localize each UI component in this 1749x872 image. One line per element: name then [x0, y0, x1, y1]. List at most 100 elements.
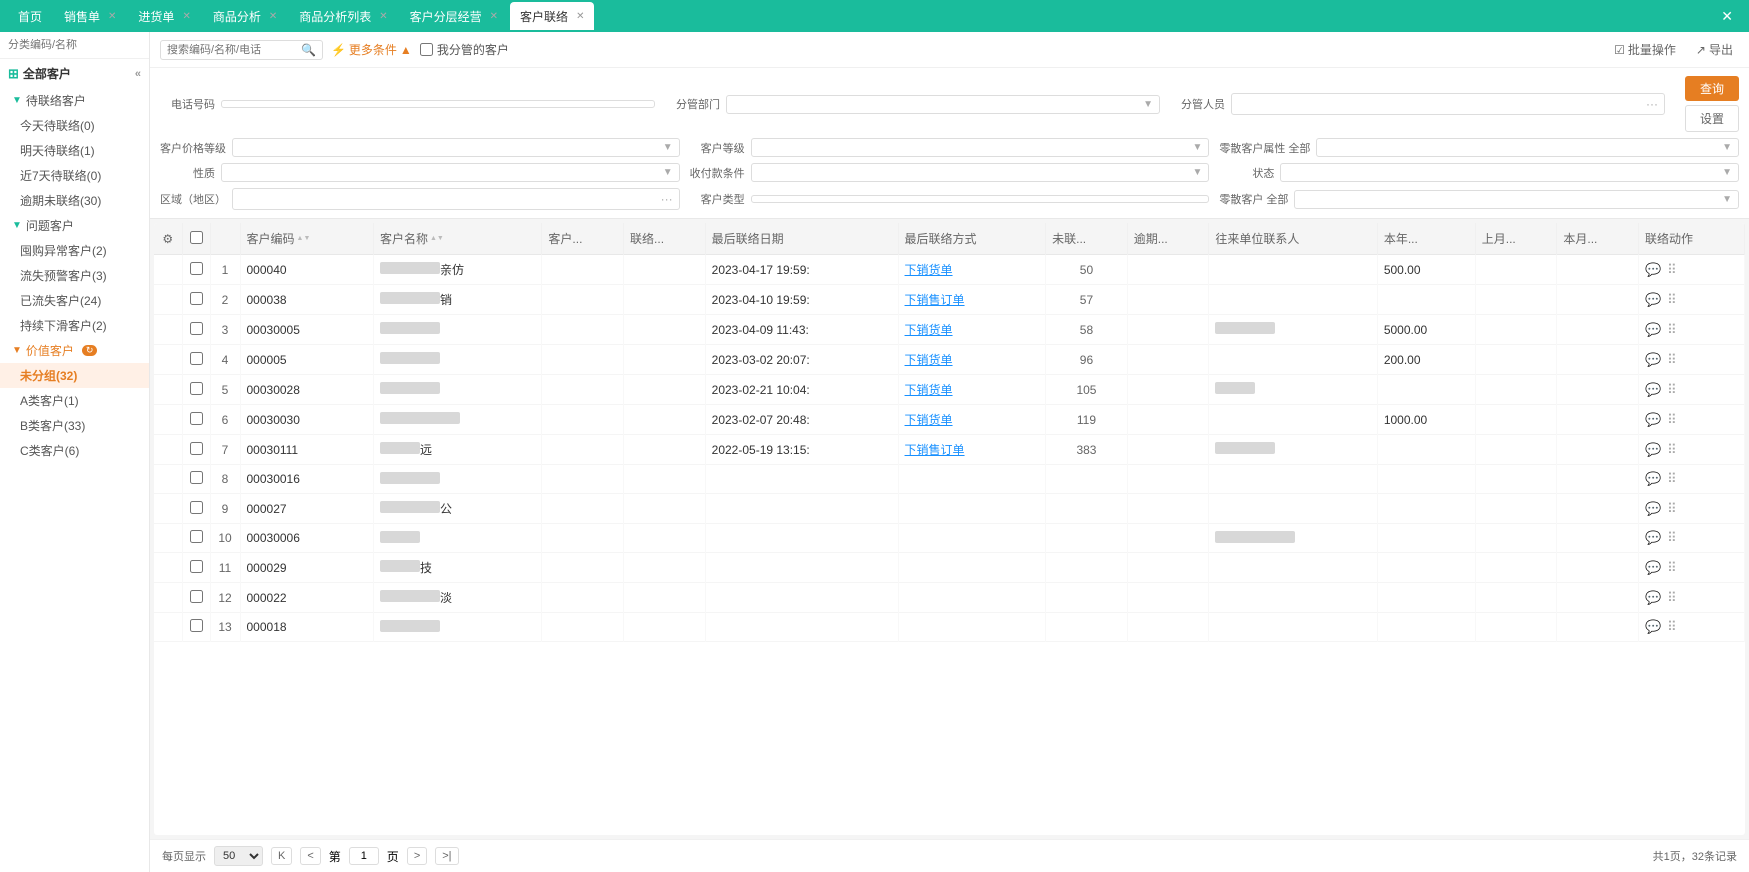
row-checkbox-10[interactable]	[182, 553, 210, 583]
th-last-date[interactable]: 最后联络日期	[705, 223, 898, 255]
close-tab-customer-contact[interactable]: ✕	[576, 11, 584, 22]
filter-search-icon[interactable]: 🔍	[301, 43, 316, 57]
row-message-icon-12[interactable]: 💬	[1645, 619, 1661, 635]
sidebar-item-class-b[interactable]: B类客户(33)	[0, 413, 149, 438]
row-select-6[interactable]	[190, 442, 203, 455]
settings-icon[interactable]: ⚙	[162, 232, 173, 246]
row-message-icon-7[interactable]: 💬	[1645, 471, 1661, 487]
next-page-btn[interactable]: >	[407, 847, 427, 865]
th-no-contact[interactable]: 未联...	[1046, 223, 1128, 255]
sidebar-item-churn-warning[interactable]: 流失预警客户(3)	[0, 263, 149, 288]
row-menu-icon-7[interactable]: ⠿	[1667, 471, 1677, 487]
all-customers-header[interactable]: ⊞ 全部客户 «	[0, 59, 149, 88]
row-menu-icon-6[interactable]: ⠿	[1667, 442, 1677, 458]
row-menu-icon-3[interactable]: ⠿	[1667, 352, 1677, 368]
row-menu-icon-4[interactable]: ⠿	[1667, 382, 1677, 398]
th-last-method[interactable]: 最后联络方式	[898, 223, 1046, 255]
th-this-year[interactable]: 本年...	[1377, 223, 1475, 255]
row-checkbox-6[interactable]	[182, 435, 210, 465]
sidebar-collapse-btn[interactable]: «	[135, 68, 141, 80]
row-checkbox-3[interactable]	[182, 345, 210, 375]
row-select-11[interactable]	[190, 590, 203, 603]
my-customers-checkbox-area[interactable]: 我分管的客户	[420, 41, 509, 58]
export-btn[interactable]: ↗ 导出	[1690, 38, 1739, 61]
row-menu-icon-8[interactable]: ⠿	[1667, 501, 1677, 517]
row-menu-icon-10[interactable]: ⠿	[1667, 560, 1677, 576]
th-name[interactable]: 客户名称▲▼	[373, 223, 541, 255]
row-message-icon-11[interactable]: 💬	[1645, 590, 1661, 606]
tab-analysis-list[interactable]: 商品分析列表 ✕	[289, 2, 397, 30]
sidebar-item-tomorrow[interactable]: 明天待联络(1)	[0, 138, 149, 163]
row-menu-icon-5[interactable]: ⠿	[1667, 412, 1677, 428]
select-all-checkbox[interactable]	[190, 231, 203, 244]
tab-sales[interactable]: 销售单 ✕	[54, 2, 126, 30]
row-method-link-3[interactable]: 下销货单	[905, 353, 953, 367]
row-checkbox-9[interactable]	[182, 524, 210, 553]
region-input[interactable]: ···	[232, 188, 680, 210]
row-message-icon-2[interactable]: 💬	[1645, 322, 1661, 338]
customer-level-dropdown[interactable]: ▼	[751, 138, 1210, 157]
row-message-icon-5[interactable]: 💬	[1645, 412, 1661, 428]
more-conditions-btn[interactable]: ⚡ 更多条件 ▲	[331, 41, 412, 58]
close-tab-analysis[interactable]: ✕	[269, 11, 277, 22]
sidebar-item-declining[interactable]: 持续下滑客户(2)	[0, 313, 149, 338]
sidebar-item-class-a[interactable]: A类客户(1)	[0, 388, 149, 413]
row-menu-icon-9[interactable]: ⠿	[1667, 530, 1677, 546]
sidebar-search-input[interactable]	[8, 39, 150, 51]
filter-search-input[interactable]	[167, 44, 297, 56]
customer-type-input[interactable]	[751, 195, 1210, 203]
tab-analysis[interactable]: 商品分析 ✕	[203, 2, 287, 30]
row-message-icon-4[interactable]: 💬	[1645, 382, 1661, 398]
retail-customer-dropdown[interactable]: ▼	[1294, 190, 1739, 209]
row-method-link-1[interactable]: 下销售订单	[905, 293, 965, 307]
row-select-10[interactable]	[190, 560, 203, 573]
th-overdue[interactable]: 逾期...	[1127, 223, 1209, 255]
nature-dropdown[interactable]: ▼	[221, 163, 680, 182]
row-method-link-6[interactable]: 下销售订单	[905, 443, 965, 457]
row-message-icon-0[interactable]: 💬	[1645, 262, 1661, 278]
sidebar-item-overdue[interactable]: 逾期未联络(30)	[0, 188, 149, 213]
window-close-button[interactable]: ✕	[1713, 8, 1741, 25]
row-checkbox-4[interactable]	[182, 375, 210, 405]
th-type[interactable]: 客户...	[542, 223, 624, 255]
close-tab-sales[interactable]: ✕	[108, 11, 116, 22]
last-page-btn[interactable]: >|	[435, 847, 458, 865]
sidebar-item-class-c[interactable]: C类客户(6)	[0, 438, 149, 463]
tab-home[interactable]: 首页	[8, 2, 52, 30]
row-select-9[interactable]	[190, 530, 203, 543]
th-code[interactable]: 客户编码▲▼	[240, 223, 373, 255]
manager-input[interactable]: ···	[1231, 93, 1665, 115]
close-tab-purchase[interactable]: ✕	[182, 11, 190, 22]
batch-ops-btn[interactable]: ☑ 批量操作	[1608, 38, 1682, 61]
price-level-dropdown[interactable]: ▼	[232, 138, 680, 157]
search-button[interactable]: 查询	[1685, 76, 1739, 101]
row-select-4[interactable]	[190, 382, 203, 395]
page-number-input[interactable]	[349, 847, 379, 865]
row-select-1[interactable]	[190, 292, 203, 305]
tab-customer-contact[interactable]: 客户联络 ✕	[510, 2, 594, 30]
region-dots[interactable]: ···	[661, 192, 673, 206]
row-checkbox-8[interactable]	[182, 494, 210, 524]
row-checkbox-11[interactable]	[182, 583, 210, 613]
status-dropdown[interactable]: ▼	[1280, 163, 1739, 182]
row-checkbox-12[interactable]	[182, 613, 210, 642]
sidebar-group-value[interactable]: ▼ 价值客户 ↻	[0, 338, 149, 363]
sidebar-item-abnormal[interactable]: 囤购异常客户(2)	[0, 238, 149, 263]
row-select-12[interactable]	[190, 619, 203, 632]
th-last-month[interactable]: 上月...	[1475, 223, 1557, 255]
th-this-month[interactable]: 本月...	[1557, 223, 1639, 255]
row-message-icon-8[interactable]: 💬	[1645, 501, 1661, 517]
row-select-8[interactable]	[190, 501, 203, 514]
row-checkbox-7[interactable]	[182, 465, 210, 494]
phone-input[interactable]	[221, 100, 655, 108]
row-menu-icon-0[interactable]: ⠿	[1667, 262, 1677, 278]
row-select-0[interactable]	[190, 262, 203, 275]
retail-attr-dropdown[interactable]: ▼	[1316, 138, 1739, 157]
manager-dots[interactable]: ···	[1646, 97, 1658, 111]
row-checkbox-5[interactable]	[182, 405, 210, 435]
my-customers-checkbox[interactable]	[420, 43, 433, 56]
row-message-icon-3[interactable]: 💬	[1645, 352, 1661, 368]
row-select-5[interactable]	[190, 412, 203, 425]
reset-button[interactable]: 设置	[1685, 105, 1739, 132]
row-method-link-4[interactable]: 下销货单	[905, 383, 953, 397]
